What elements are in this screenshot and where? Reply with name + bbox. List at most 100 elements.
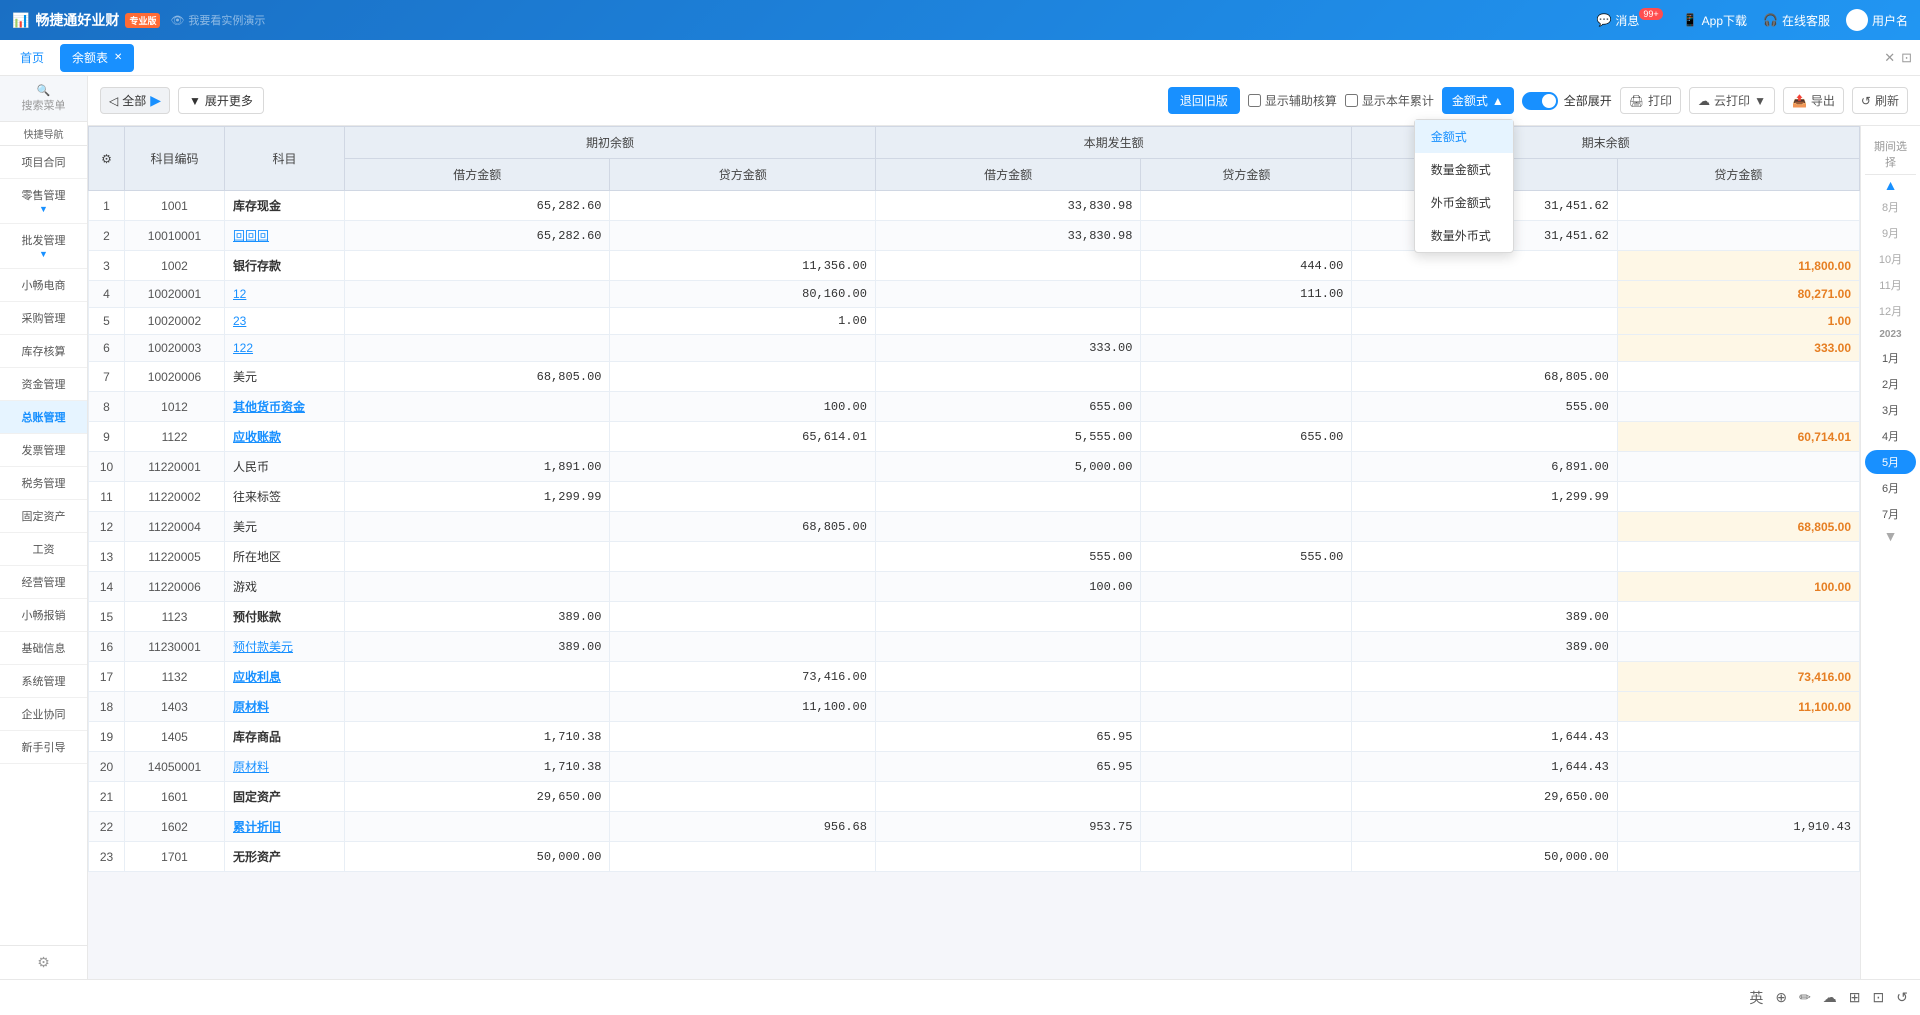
row-opening-credit <box>610 722 875 752</box>
subject-link[interactable]: 应收账款 <box>233 430 281 444</box>
bottom-icon-edit[interactable]: ✏ <box>1799 989 1811 1006</box>
demo-link[interactable]: 👁 我要看实例演示 <box>170 12 265 28</box>
cloud-print-btn[interactable]: ☁ 云打印 ▼ <box>1689 87 1775 114</box>
row-closing-credit <box>1617 392 1859 422</box>
sidebar-item-tax[interactable]: 税务管理 <box>0 467 87 500</box>
table-container[interactable]: ⚙ 科目编码 科目 期初余额 本期发生额 期末余额 借方金额 贷方金额 借方金额… <box>88 126 1860 979</box>
table-row: 9 1122 应收账款 65,614.01 5,555.00 655.00 60… <box>89 422 1860 452</box>
dropdown-item-qty-foreign[interactable]: 数量外币式 <box>1415 219 1513 252</box>
sidebar-item-funds[interactable]: 资金管理 <box>0 368 87 401</box>
user-action[interactable]: 用户名 <box>1846 9 1908 31</box>
refresh-btn[interactable]: ↺ 刷新 <box>1852 87 1908 114</box>
month-prev-3[interactable]: 10月 <box>1865 247 1916 271</box>
bottom-icon-lang[interactable]: 英 <box>1749 988 1763 1008</box>
helper-checkbox[interactable] <box>1248 94 1261 107</box>
sidebar-item-payroll[interactable]: 工资 <box>0 533 87 566</box>
month-prev-5[interactable]: 12月 <box>1865 299 1916 323</box>
subject-link[interactable]: 预付款美元 <box>233 640 293 654</box>
sidebar-item-management[interactable]: 经营管理 <box>0 566 87 599</box>
sidebar-item-project[interactable]: 项目合同 <box>0 146 87 179</box>
online-service-action[interactable]: 🎧 在线客服 <box>1763 12 1830 29</box>
app-download-action[interactable]: 📱 App下载 <box>1683 12 1747 29</box>
month-may[interactable]: 5月 <box>1865 450 1916 474</box>
dropdown-item-qty-amount[interactable]: 数量金额式 <box>1415 153 1513 186</box>
subject-link[interactable]: 23 <box>233 314 246 328</box>
sidebar: 🔍 搜索菜单 快捷导航 项目合同 零售管理 ▼ 批发管理 ▼ 小畅电商 采购管理… <box>0 76 88 979</box>
subject-link[interactable]: 其他货币资金 <box>233 400 305 414</box>
tab-close-icon[interactable]: ✕ <box>114 52 122 63</box>
dropdown-item-foreign-amount[interactable]: 外币金额式 <box>1415 186 1513 219</box>
sidebar-item-expense[interactable]: 小畅报销 <box>0 599 87 632</box>
month-apr[interactable]: 4月 <box>1865 424 1916 448</box>
sidebar-item-ecommerce[interactable]: 小畅电商 <box>0 269 87 302</box>
tab-action-max[interactable]: ⊡ <box>1901 50 1912 66</box>
return-old-btn[interactable]: 退回旧版 <box>1168 87 1240 114</box>
row-period-credit <box>1141 602 1352 632</box>
row-closing-debit: 68,805.00 <box>1352 362 1617 392</box>
row-period-credit <box>1141 452 1352 482</box>
sidebar-item-system[interactable]: 系统管理 <box>0 665 87 698</box>
month-jan[interactable]: 1月 <box>1865 346 1916 370</box>
subject-link[interactable]: 原材料 <box>233 760 269 774</box>
sidebar-quick-nav[interactable]: 快捷导航 <box>0 122 87 146</box>
breadcrumb-all[interactable]: ◁ 全部 ▶ <box>100 87 170 114</box>
th-settings[interactable]: ⚙ <box>89 127 125 191</box>
show-helper-check[interactable]: 显示辅助核算 <box>1248 92 1337 109</box>
subject-link[interactable]: 回回回 <box>233 229 269 243</box>
sidebar-item-wholesale[interactable]: 批发管理 ▼ <box>0 224 87 269</box>
subject-link[interactable]: 原材料 <box>233 700 269 714</box>
message-action[interactable]: 💬 消息 99+ <box>1596 12 1666 29</box>
sidebar-item-fixed-assets[interactable]: 固定资产 <box>0 500 87 533</box>
ytd-checkbox[interactable] <box>1345 94 1358 107</box>
sidebar-item-retail[interactable]: 零售管理 ▼ <box>0 179 87 224</box>
row-code: 14050001 <box>125 752 225 782</box>
subject-link[interactable]: 122 <box>233 341 253 355</box>
sidebar-search[interactable]: 🔍 搜索菜单 <box>0 76 87 122</box>
export-btn[interactable]: 📤 导出 <box>1783 87 1844 114</box>
period-up-arrow[interactable]: ▲ <box>1884 177 1898 193</box>
tab-balance[interactable]: 余额表 ✕ <box>60 44 134 72</box>
tab-home[interactable]: 首页 <box>8 44 56 72</box>
table-row: 16 11230001 预付款美元 389.00 389.00 <box>89 632 1860 662</box>
tab-action-close[interactable]: ✕ <box>1884 50 1895 66</box>
sidebar-item-guide[interactable]: 新手引导 <box>0 731 87 764</box>
show-ytd-check[interactable]: 显示本年累计 <box>1345 92 1434 109</box>
sidebar-item-basic-info[interactable]: 基础信息 <box>0 632 87 665</box>
period-select-title: 期间选择 <box>1865 134 1916 175</box>
bottom-icon-cloud[interactable]: ☁ <box>1823 989 1837 1006</box>
month-prev-2[interactable]: 9月 <box>1865 221 1916 245</box>
bottom-icon-refresh[interactable]: ↺ <box>1896 989 1908 1006</box>
row-period-credit <box>1141 812 1352 842</box>
mode-btn[interactable]: 金额式 ▲ <box>1442 87 1514 114</box>
month-jun[interactable]: 6月 <box>1865 476 1916 500</box>
sidebar-settings-btn[interactable]: ⚙ <box>0 945 87 979</box>
sidebar-item-invoice[interactable]: 发票管理 <box>0 434 87 467</box>
bottom-icon-add[interactable]: ⊕ <box>1775 989 1787 1006</box>
period-down-arrow[interactable]: ▼ <box>1884 528 1898 544</box>
sidebar-item-ledger[interactable]: 总账管理 <box>0 401 87 434</box>
sidebar-item-purchase[interactable]: 采购管理 <box>0 302 87 335</box>
month-prev-4[interactable]: 11月 <box>1865 273 1916 297</box>
bottom-icon-grid[interactable]: ⊞ <box>1849 989 1861 1006</box>
row-no: 7 <box>89 362 125 392</box>
row-opening-debit <box>345 308 610 335</box>
print-btn[interactable]: 🖨 打印 <box>1620 87 1681 114</box>
switch-track[interactable] <box>1522 92 1558 110</box>
subject-link[interactable]: 累计折旧 <box>233 820 281 834</box>
subject-link[interactable]: 应收利息 <box>233 670 281 684</box>
row-closing-debit: 1,299.99 <box>1352 482 1617 512</box>
month-mar[interactable]: 3月 <box>1865 398 1916 422</box>
dropdown-item-amount[interactable]: 金额式 <box>1415 120 1513 153</box>
expand-all-toggle[interactable]: 全部展开 <box>1522 92 1612 110</box>
bottom-icon-box[interactable]: ⊡ <box>1873 989 1885 1006</box>
row-opening-credit: 956.68 <box>610 812 875 842</box>
row-subject: 122 <box>225 335 345 362</box>
month-prev-1[interactable]: 8月 <box>1865 195 1916 219</box>
sidebar-item-inventory[interactable]: 库存核算 <box>0 335 87 368</box>
month-feb[interactable]: 2月 <box>1865 372 1916 396</box>
expand-more-btn[interactable]: ▼ 展开更多 <box>178 87 264 114</box>
subject-link[interactable]: 12 <box>233 287 246 301</box>
month-jul[interactable]: 7月 <box>1865 502 1916 526</box>
sidebar-item-cooperation[interactable]: 企业协同 <box>0 698 87 731</box>
row-no: 23 <box>89 842 125 872</box>
